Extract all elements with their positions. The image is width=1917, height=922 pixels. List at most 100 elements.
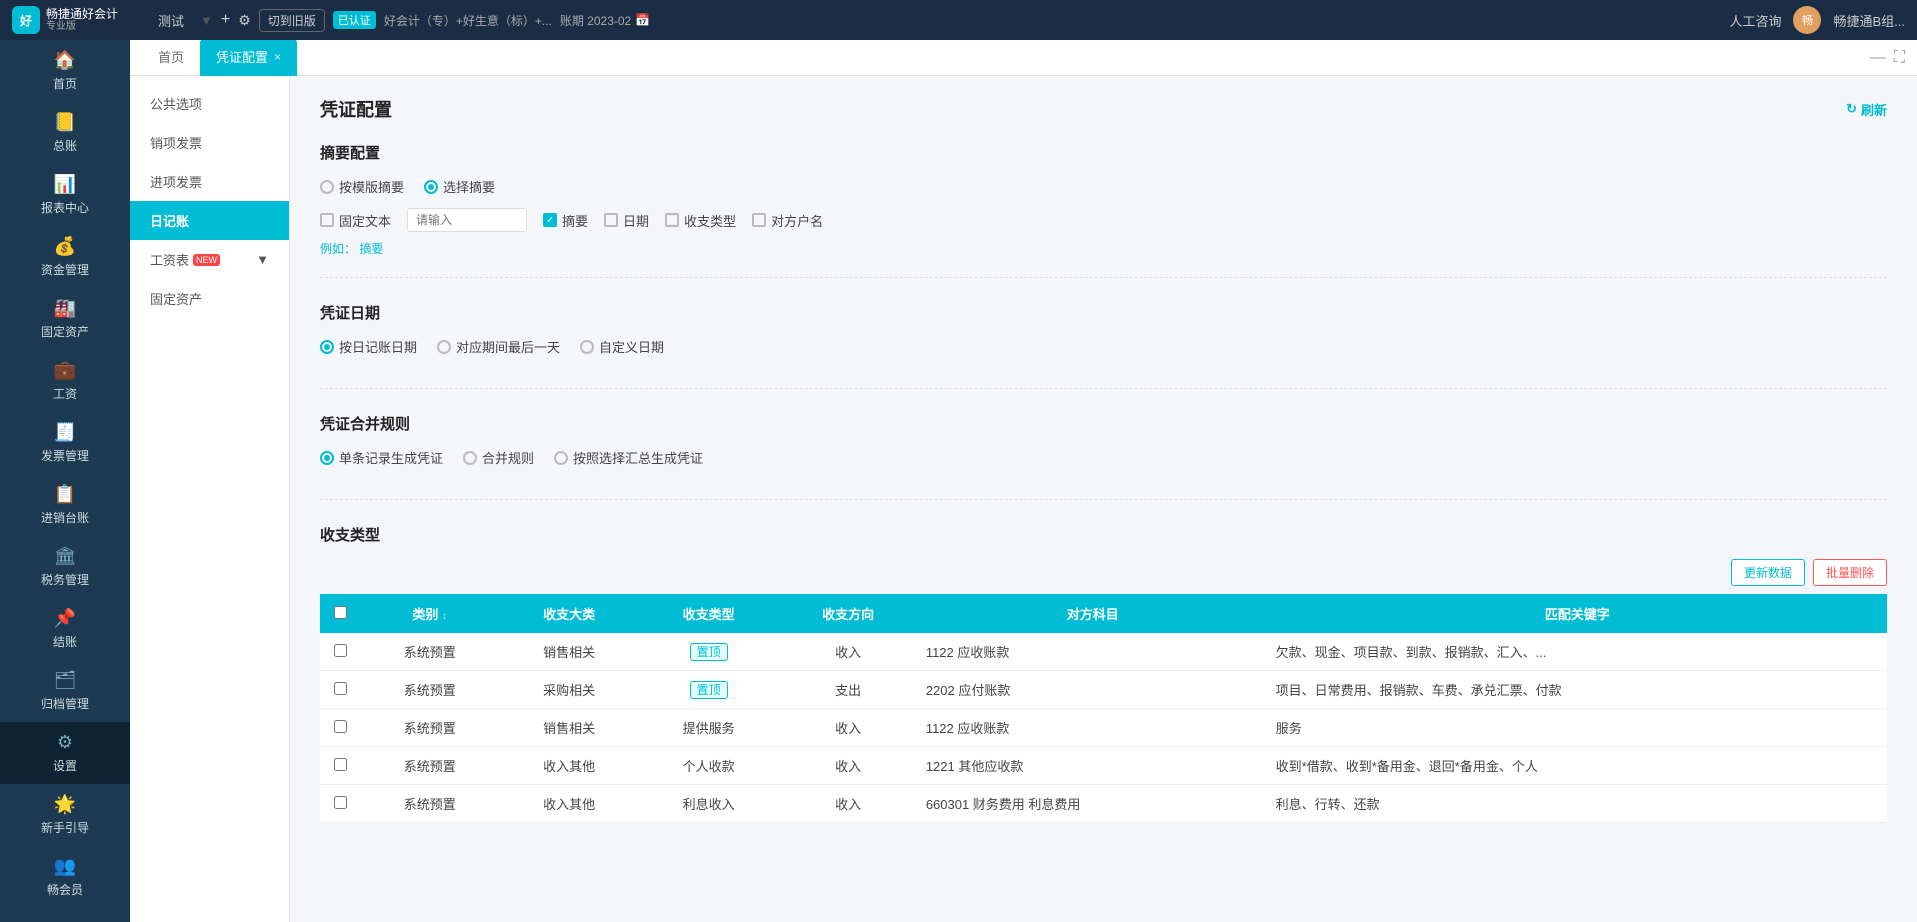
old-version-button[interactable]: 切到旧版 [259, 9, 325, 32]
refresh-button[interactable]: ↻ 刷新 [1846, 100, 1887, 119]
row-keywords-3: 收到*借款、收到*备用金、退回*备用金、个人 [1268, 747, 1887, 785]
sidebar-item-archive[interactable]: 🗂 归档管理 [0, 660, 130, 722]
row-sub-type-0: 置顶 [639, 633, 778, 671]
invoice-icon: 🧾 [54, 422, 76, 443]
sidebar-item-sales[interactable]: 📋 进销台账 [0, 474, 130, 536]
new-badge: NEW [193, 254, 220, 266]
nav-item-test[interactable]: 测试 [150, 11, 192, 30]
gear-icon[interactable]: ⚙ [238, 12, 251, 29]
tab-home[interactable]: 首页 [142, 40, 200, 76]
sidebar-item-invoice[interactable]: 🧾 发票管理 [0, 412, 130, 474]
left-nav-item-sales-invoice[interactable]: 销项发票 [130, 123, 289, 162]
table-header-checkbox[interactable] [320, 594, 360, 633]
income-expense-title: 收支类型 [320, 524, 1887, 545]
sidebar-item-settings[interactable]: ⚙ 设置 [0, 722, 130, 784]
window-min-icon[interactable]: — [1870, 49, 1886, 67]
sidebar-item-funds[interactable]: 💰 资金管理 [0, 226, 130, 288]
summary-section-title: 摘要配置 [320, 142, 1887, 163]
left-nav-item-public[interactable]: 公共选项 [130, 84, 289, 123]
avatar: 畅 [1793, 6, 1821, 34]
sidebar-item-reports[interactable]: 📊 报表中心 [0, 164, 130, 226]
table-header-direction: 收支方向 [778, 594, 917, 633]
table-header-sub-type: 收支类型 [639, 594, 778, 633]
row-select-0[interactable] [334, 644, 347, 657]
funds-icon: 💰 [54, 236, 76, 257]
checkbox-date[interactable]: 日期 [604, 211, 649, 230]
checkbox-box-date [604, 213, 618, 227]
table-row: 系统预置 采购相关 置顶 支出 2202 应付账款 项目、日常费用、报销款、车费… [320, 671, 1887, 709]
config-panel: 凭证配置 ↻ 刷新 摘要配置 按模版摘要 [290, 76, 1917, 922]
row-direction-1: 支出 [778, 671, 917, 709]
row-account-3: 1221 其他应收款 [918, 747, 1268, 785]
select-all-checkbox[interactable] [334, 606, 347, 619]
consult-label[interactable]: 人工咨询 [1729, 11, 1781, 30]
page-title: 凭证配置 ↻ 刷新 [320, 96, 1887, 122]
tab-close-icon[interactable]: × [274, 50, 281, 64]
date-section: 凭证日期 按日记账日期 对应期间最后一天 [320, 302, 1887, 389]
checkbox-box-summary: ✓ [543, 213, 557, 227]
row-select-4[interactable] [334, 796, 347, 809]
table-header-account: 对方科目 [918, 594, 1268, 633]
radio-circle-template [320, 180, 334, 194]
radio-journal-date[interactable]: 按日记账日期 [320, 337, 417, 356]
row-category-3: 系统预置 [360, 747, 499, 785]
left-nav-item-fixed-assets[interactable]: 固定资产 [130, 279, 289, 318]
row-checkbox-3[interactable] [320, 747, 360, 785]
radio-aggregate[interactable]: 按照选择汇总生成凭证 [554, 448, 703, 467]
radio-custom-date[interactable]: 自定义日期 [580, 337, 664, 356]
tab-voucher-config[interactable]: 凭证配置 × [200, 40, 297, 76]
summary-checkbox-row: 固定文本 ✓ 摘要 日期 [320, 208, 1887, 232]
date-radio-group: 按日记账日期 对应期间最后一天 自定义日期 [320, 337, 1887, 356]
add-button[interactable]: + [221, 11, 230, 29]
left-nav-item-payroll[interactable]: 工资表 NEW ▼ [130, 240, 289, 279]
row-checkbox-1[interactable] [320, 671, 360, 709]
checkbox-counterpart-name[interactable]: 对方户名 [752, 211, 823, 230]
top-bar-right: 人工咨询 畅 畅捷通B组... [1729, 6, 1905, 34]
sidebar-item-guide[interactable]: 🌟 新手引导 [0, 784, 130, 846]
batch-delete-button[interactable]: 批量删除 [1813, 559, 1887, 586]
sidebar-item-member[interactable]: 👥 畅会员 [0, 846, 130, 908]
table-row: 系统预置 收入其他 利息收入 收入 660301 财务费用 利息费用 利息、行转… [320, 785, 1887, 823]
update-data-button[interactable]: 更新数据 [1731, 559, 1805, 586]
radio-single-record[interactable]: 单条记录生成凭证 [320, 448, 443, 467]
top-bar-tags: 好会计（专）+好生意（标）+... [384, 12, 552, 29]
row-main-type-4: 收入其他 [499, 785, 638, 823]
table-row: 系统预置 收入其他 个人收款 收入 1221 其他应收款 收到*借款、收到*备用… [320, 747, 1887, 785]
sidebar-item-home[interactable]: 🏠 首页 [0, 40, 130, 102]
left-nav-item-purchase-invoice[interactable]: 进项发票 [130, 162, 289, 201]
checkbox-fixed-text[interactable]: 固定文本 [320, 211, 391, 230]
row-main-type-3: 收入其他 [499, 747, 638, 785]
radio-select-summary[interactable]: 选择摘要 [424, 177, 495, 196]
tab-bar: 首页 凭证配置 × — ⛶ [130, 40, 1917, 76]
sidebar-item-settle[interactable]: 📌 结账 [0, 598, 130, 660]
status-tag-1: 置顶 [690, 681, 728, 699]
radio-circle-last-day [437, 340, 451, 354]
sidebar-item-salary[interactable]: 💼 工资 [0, 350, 130, 412]
income-expense-section: 收支类型 更新数据 批量删除 [320, 524, 1887, 823]
table-header-main-type: 收支大类 [499, 594, 638, 633]
row-checkbox-4[interactable] [320, 785, 360, 823]
table-header-keywords: 匹配关键字 [1268, 594, 1887, 633]
row-direction-4: 收入 [778, 785, 917, 823]
radio-last-day[interactable]: 对应期间最后一天 [437, 337, 560, 356]
example-text: 例如： 摘要 [320, 240, 1887, 257]
calendar-icon: 📅 [635, 13, 650, 27]
sidebar-item-tax[interactable]: 🏛 税务管理 [0, 536, 130, 598]
logo-area: 好 畅捷通好会计 专业版 [12, 6, 142, 34]
radio-merge-rule[interactable]: 合并规则 [463, 448, 534, 467]
fixed-text-input[interactable] [407, 208, 527, 232]
left-nav-item-journal[interactable]: 日记账 [130, 201, 289, 240]
checkbox-income-type[interactable]: 收支类型 [665, 211, 736, 230]
row-select-1[interactable] [334, 682, 347, 695]
row-select-2[interactable] [334, 720, 347, 733]
radio-template-summary[interactable]: 按模版摘要 [320, 177, 404, 196]
sidebar-item-assets[interactable]: 🏭 固定资产 [0, 288, 130, 350]
window-max-icon[interactable]: ⛶ [1894, 49, 1905, 67]
checkbox-summary[interactable]: ✓ 摘要 [543, 211, 588, 230]
merge-section: 凭证合并规则 单条记录生成凭证 合并规则 [320, 413, 1887, 500]
row-checkbox-0[interactable] [320, 633, 360, 671]
sidebar-item-ledger[interactable]: 📒 总账 [0, 102, 130, 164]
certified-badge: 已认证 [333, 11, 376, 29]
row-checkbox-2[interactable] [320, 709, 360, 747]
row-select-3[interactable] [334, 758, 347, 771]
